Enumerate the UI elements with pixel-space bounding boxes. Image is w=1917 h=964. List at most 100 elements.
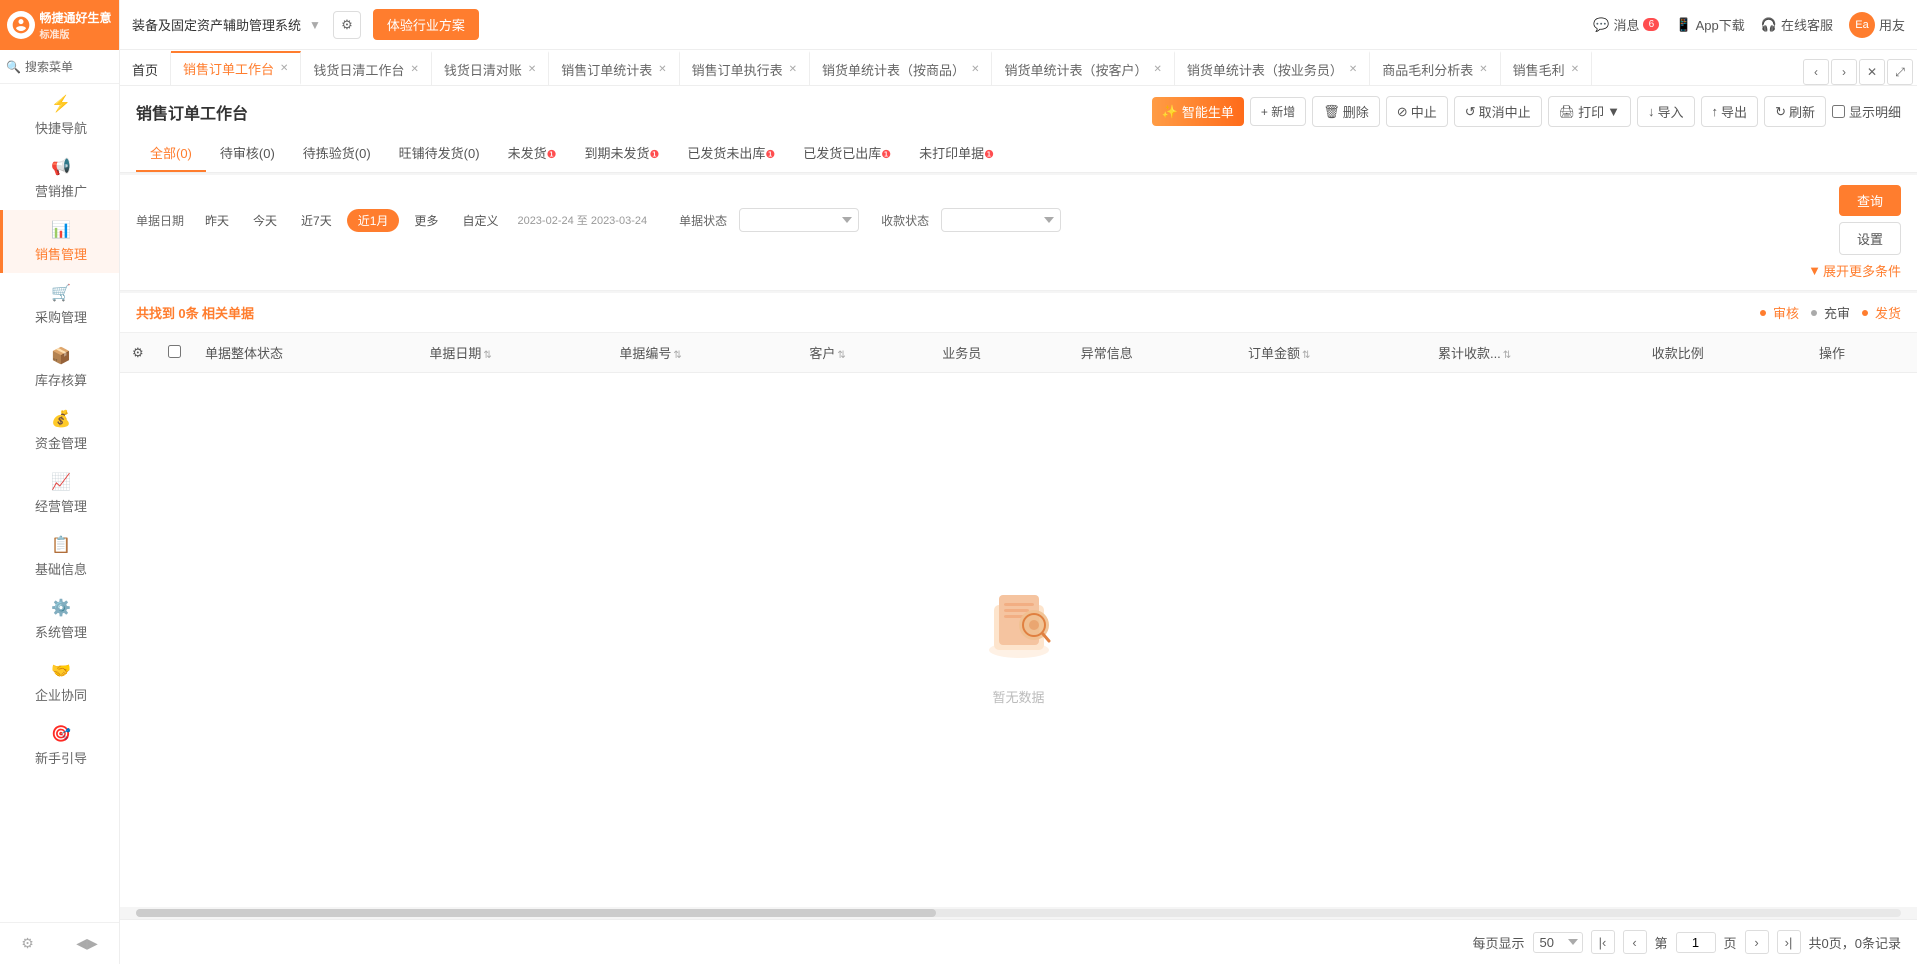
unsuspend-btn[interactable]: ↺ 取消中止 [1454,96,1542,127]
tab-home[interactable]: 首页 [120,51,171,85]
sub-tab-all[interactable]: 全部(0) [136,135,206,172]
finance-icon: 💰 [51,409,71,429]
col-customer[interactable]: 客户⇅ [797,333,930,373]
tab-daily-clear[interactable]: 钱货日清工作台 ✕ [301,51,431,85]
sub-tab-pending-inspect[interactable]: 待拣验货(0) [289,135,385,172]
sub-tab-shipped-not-out[interactable]: 已发货未出库❶ [673,135,789,172]
show-detail-checkbox[interactable] [1832,105,1845,118]
tab-sales-exec-close[interactable]: ✕ [789,64,797,75]
sidebar-item-base-info[interactable]: 📋 基础信息 [0,525,119,588]
page-first-btn[interactable]: |‹ [1591,930,1615,954]
tab-staff-stat[interactable]: 销货单统计表（按业务员） ✕ [1175,51,1370,85]
ship-op-btn[interactable]: 发货 [1862,303,1901,322]
tab-sales-workbench[interactable]: 销售订单工作台 ✕ [171,51,301,85]
scrollbar-thumb[interactable] [136,909,936,917]
sidebar-item-purchase[interactable]: 🛒 采购管理 [0,273,119,336]
sub-tab-wangpu-ship[interactable]: 旺铺待发货(0) [385,135,494,172]
expand-row: ▼ 展开更多条件 [136,261,1901,280]
new-btn[interactable]: + 新增 [1250,97,1306,126]
col-amount[interactable]: 订单金额⇅ [1236,333,1426,373]
show-detail-checkbox-label[interactable]: 显示明细 [1832,102,1901,121]
sub-tab-shipped-out[interactable]: 已发货已出库❶ [789,135,905,172]
tab-gross-profit-close[interactable]: ✕ [1479,64,1487,75]
col-number[interactable]: 单据编号⇅ [607,333,797,373]
tab-daily-reconcile[interactable]: 钱货日清对账 ✕ [432,51,549,85]
status-select[interactable]: 全部 待审核 已审核 [739,208,859,232]
system-dropdown-icon[interactable]: ▼ [309,18,321,32]
page-number-input[interactable] [1676,932,1716,953]
filter-setting-btn[interactable]: 设置 [1839,222,1901,255]
payment-select[interactable]: 全部 未收款 已收款 [941,208,1061,232]
phone-icon: 📱 [1675,17,1691,33]
date-today[interactable]: 今天 [244,209,286,232]
online-service-btn[interactable]: 🎧 在线客服 [1761,15,1833,34]
tab-daily-clear-close[interactable]: ✕ [410,64,418,75]
page-next-btn[interactable]: › [1745,930,1769,954]
date-more[interactable]: 更多 [405,209,447,232]
tab-next-btn[interactable]: › [1831,59,1857,85]
sub-tab-pending-review[interactable]: 待审核(0) [206,135,289,172]
sub-tab-overdue-ship[interactable]: 到期未发货❶ [570,135,673,172]
sidebar-item-collab[interactable]: 🤝 企业协同 [0,651,119,714]
page-last-btn[interactable]: ›| [1777,930,1801,954]
sidebar-item-operation[interactable]: 📈 经营管理 [0,462,119,525]
date-7days[interactable]: 近7天 [292,209,341,232]
un-review-op-btn[interactable]: 充审 [1811,303,1850,322]
sidebar-item-marketing[interactable]: 📢 营销推广 [0,147,119,210]
export-btn[interactable]: ↑ 导出 [1701,96,1759,127]
tab-sales-exec[interactable]: 销售订单执行表 ✕ [680,51,810,85]
sidebar-item-sales[interactable]: 📊 销售管理 [0,210,119,273]
review-op-btn[interactable]: 审核 [1760,303,1799,322]
import-btn[interactable]: ↓ 导入 [1637,96,1695,127]
settings-gear-btn[interactable]: ⚙ [333,11,361,39]
col-received[interactable]: 累计收款...⇅ [1426,333,1640,373]
tab-sales-stat[interactable]: 销售订单统计表 ✕ [549,51,679,85]
col-date[interactable]: 单据日期⇅ [417,333,607,373]
tab-staff-stat-close[interactable]: ✕ [1349,64,1357,75]
tab-sales-workbench-close[interactable]: ✕ [280,63,288,74]
tab-maximize-btn[interactable]: ⤢ [1887,59,1913,85]
sidebar-item-finance[interactable]: 💰 资金管理 [0,399,119,462]
tab-goods-stat[interactable]: 销货单统计表（按商品） ✕ [810,51,992,85]
industry-btn[interactable]: 体验行业方案 [373,9,479,40]
col-staff[interactable]: 业务员 [930,333,1069,373]
message-btn[interactable]: 💬 消息 6 [1593,15,1659,34]
tab-goods-stat-close[interactable]: ✕ [971,64,979,75]
date-1month[interactable]: 近1月 [347,209,400,232]
col-checkbox[interactable] [156,333,193,373]
tab-sales-stat-close[interactable]: ✕ [658,64,666,75]
tab-close-all-btn[interactable]: ✕ [1859,59,1885,85]
tab-sales-profit-close[interactable]: ✕ [1571,64,1579,75]
sidebar-settings-btn[interactable]: ⚙ [17,931,38,956]
sidebar-collapse-btn[interactable]: ◀▶ [72,931,102,956]
sidebar-item-guide[interactable]: 🎯 新手引导 [0,714,119,777]
delete-btn[interactable]: 🗑 删除 [1312,96,1380,127]
sub-tab-unshipped[interactable]: 未发货❶ [494,135,571,172]
select-all-checkbox[interactable] [168,345,181,358]
page-size-select[interactable]: 10 20 50 100 [1533,932,1583,953]
scrollbar-area[interactable] [120,907,1917,919]
sidebar-item-quick-nav[interactable]: ⚡ 快捷导航 [0,84,119,147]
date-yesterday[interactable]: 昨天 [196,209,238,232]
app-download-btn[interactable]: 📱 App下载 [1675,15,1744,34]
refresh-btn[interactable]: ↻ 刷新 [1764,96,1826,127]
sub-tab-unprinted[interactable]: 未打印单据❶ [905,135,1008,172]
query-btn[interactable]: 查询 [1839,185,1901,216]
tab-sales-profit[interactable]: 销售毛利 ✕ [1501,51,1592,85]
expand-filter-btn[interactable]: ▼ 展开更多条件 [1808,261,1901,280]
print-btn[interactable]: 🖨 打印 ▼ [1548,96,1631,127]
ai-generate-btn[interactable]: ✨ 智能生单 [1152,97,1244,126]
date-custom[interactable]: 自定义 [453,209,507,232]
sidebar-item-inventory[interactable]: 📦 库存核算 [0,336,119,399]
suspend-btn[interactable]: ⊘ 中止 [1386,96,1448,127]
tab-prev-btn[interactable]: ‹ [1803,59,1829,85]
user-menu[interactable]: Ea 用友 [1849,12,1905,38]
tab-gross-profit[interactable]: 商品毛利分析表 ✕ [1370,51,1500,85]
search-menu-item[interactable]: 🔍 搜索菜单 [0,50,119,84]
col-settings[interactable]: ⚙ [120,333,156,373]
tab-daily-reconcile-close[interactable]: ✕ [528,64,536,75]
tab-customer-stat[interactable]: 销货单统计表（按客户） ✕ [992,51,1174,85]
sidebar-item-system[interactable]: ⚙️ 系统管理 [0,588,119,651]
tab-customer-stat-close[interactable]: ✕ [1153,64,1161,75]
page-prev-btn[interactable]: ‹ [1623,930,1647,954]
